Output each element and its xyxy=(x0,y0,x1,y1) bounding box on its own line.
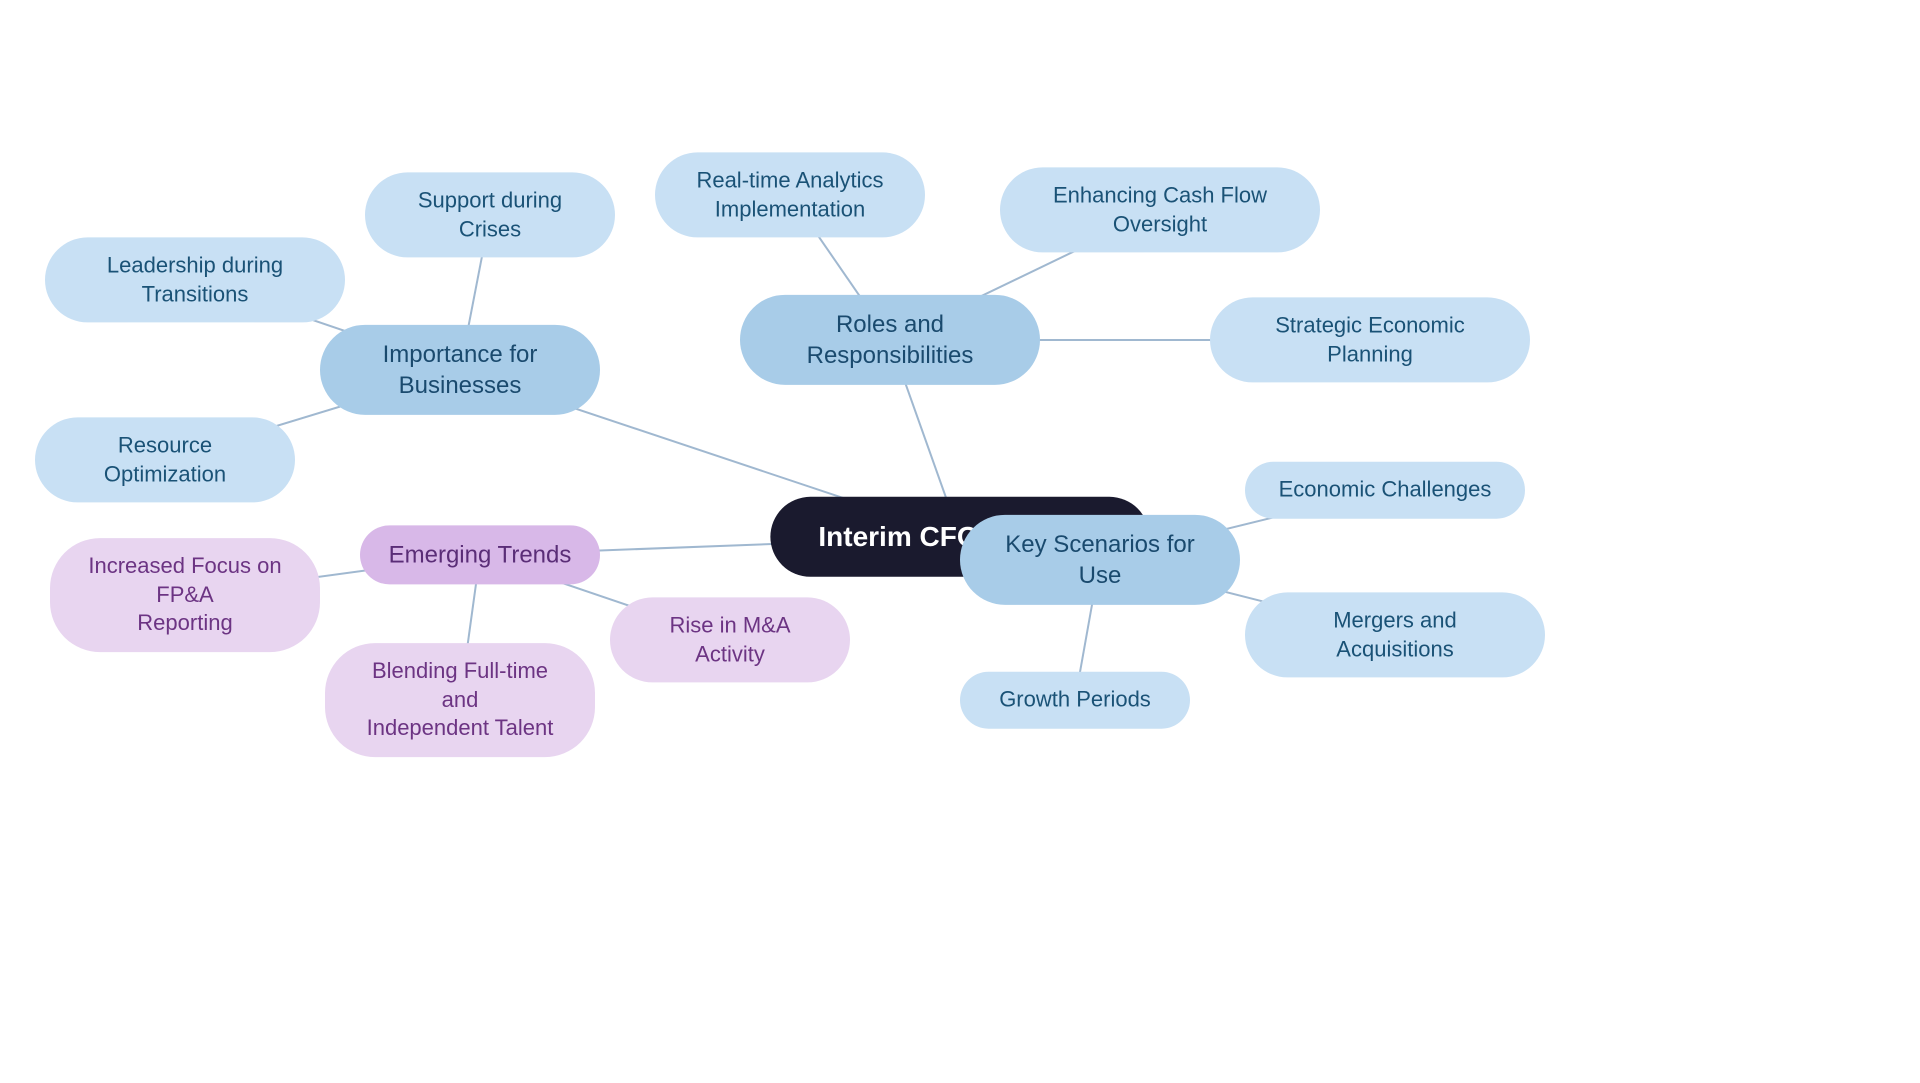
node-rise: Rise in M&A Activity xyxy=(610,597,850,682)
node-blending: Blending Full-time andIndependent Talent xyxy=(325,643,595,757)
node-cashflow: Enhancing Cash Flow Oversight xyxy=(1000,167,1320,252)
node-fpa: Increased Focus on FP&AReporting xyxy=(50,538,320,652)
node-strategic: Strategic Economic Planning xyxy=(1210,297,1530,382)
node-resource: Resource Optimization xyxy=(35,417,295,502)
node-keyscenarios: Key Scenarios for Use xyxy=(960,515,1240,605)
node-realtime: Real-time AnalyticsImplementation xyxy=(655,152,925,237)
node-importance: Importance for Businesses xyxy=(320,325,600,415)
node-mergers: Mergers and Acquisitions xyxy=(1245,592,1545,677)
node-roles: Roles and Responsibilities xyxy=(740,295,1040,385)
node-emerging: Emerging Trends xyxy=(360,525,600,584)
node-leadership: Leadership during Transitions xyxy=(45,237,345,322)
mindmap-container: Interim CFO ServicesImportance for Busin… xyxy=(0,0,1920,1083)
node-economic: Economic Challenges xyxy=(1245,462,1525,519)
node-growth: Growth Periods xyxy=(960,672,1190,729)
node-support: Support during Crises xyxy=(365,172,615,257)
